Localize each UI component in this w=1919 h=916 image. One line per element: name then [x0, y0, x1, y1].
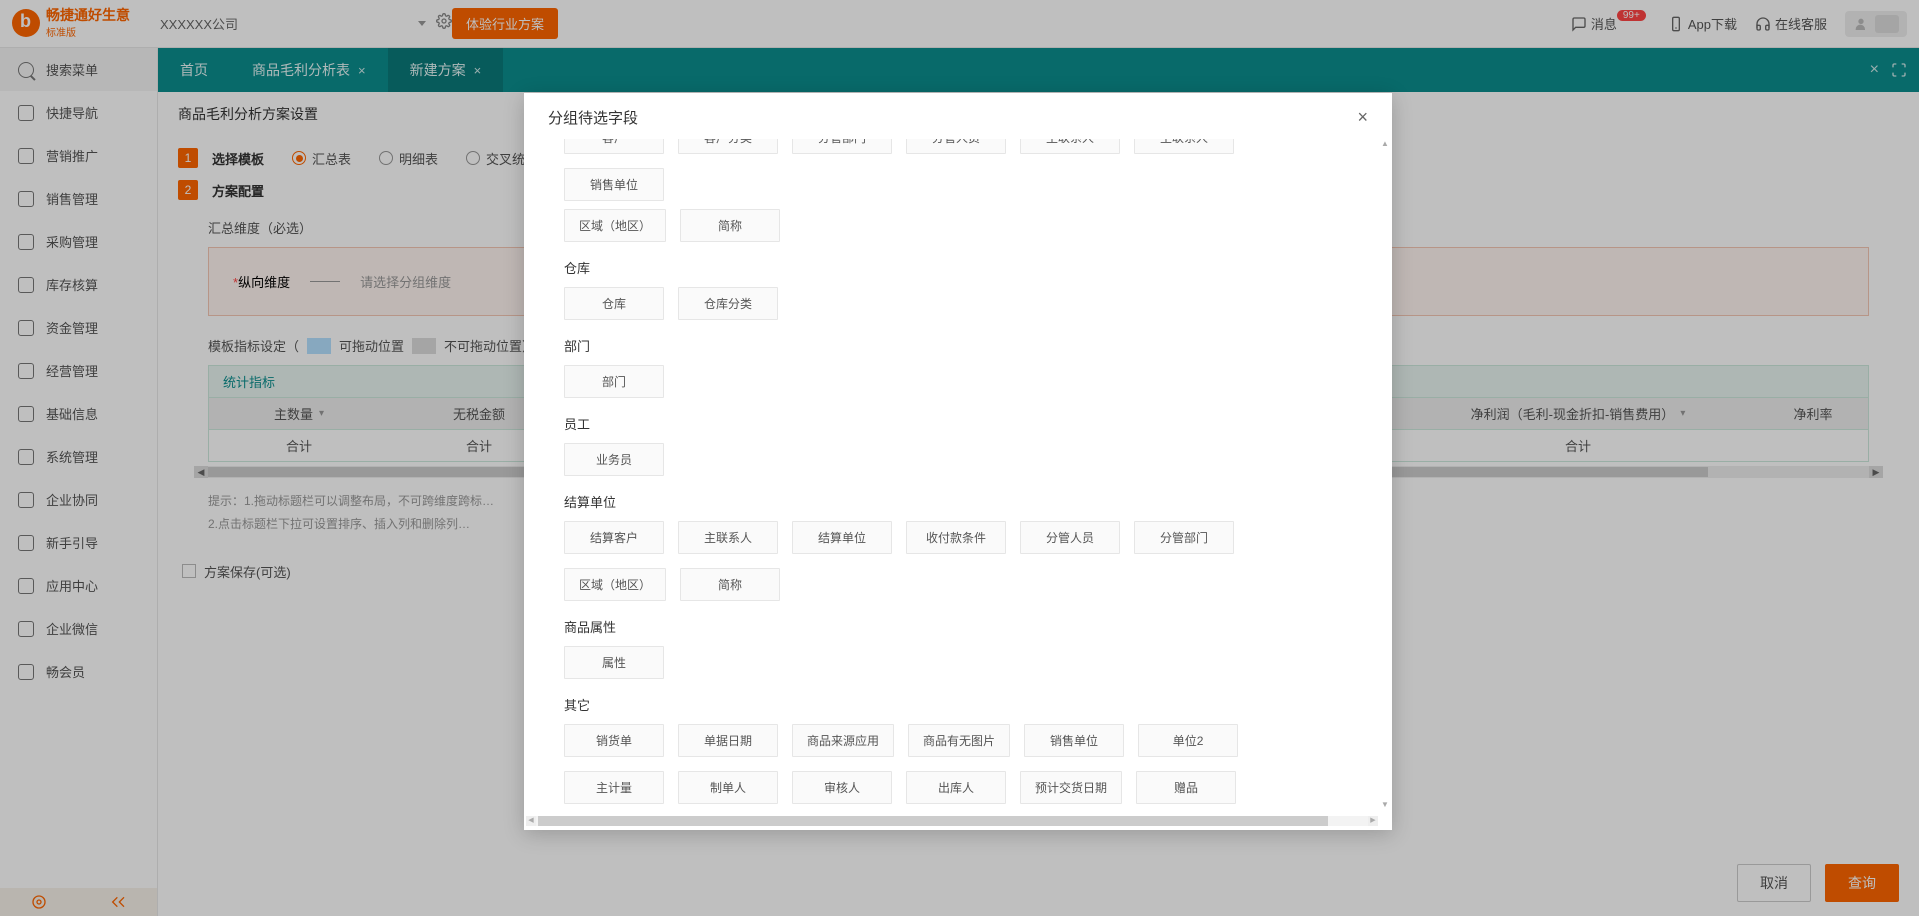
- field-group-title: 员工: [564, 414, 1338, 433]
- scroll-up-arrow[interactable]: ▲: [1380, 139, 1390, 149]
- field-tag[interactable]: 赠品: [1136, 771, 1236, 804]
- scroll-right-arrow[interactable]: ▶: [1368, 816, 1378, 826]
- field-tag[interactable]: 主联系人: [1020, 139, 1120, 154]
- field-tag[interactable]: 单据日期: [678, 724, 778, 757]
- field-tag[interactable]: 制单人: [678, 771, 778, 804]
- field-tag[interactable]: 客户: [564, 139, 664, 154]
- vertical-scrollbar[interactable]: ▲ ▼: [1380, 139, 1390, 810]
- field-group-title: 部门: [564, 336, 1338, 355]
- scroll-thumb[interactable]: [538, 816, 1328, 826]
- field-tag[interactable]: 简称: [680, 209, 780, 242]
- field-tag[interactable]: 业务员: [564, 443, 664, 476]
- modal-horizontal-scrollbar[interactable]: ◀ ▶: [526, 816, 1378, 826]
- field-tag[interactable]: 分管部门: [792, 139, 892, 154]
- field-tag[interactable]: 销售单位: [564, 168, 664, 201]
- field-tag[interactable]: 收付款条件: [906, 521, 1006, 554]
- field-tag[interactable]: 审核人: [792, 771, 892, 804]
- field-tag[interactable]: 商品有无图片: [908, 724, 1010, 757]
- field-tag[interactable]: 属性: [564, 646, 664, 679]
- field-tag[interactable]: 主计量: [564, 771, 664, 804]
- field-tag[interactable]: 预计交货日期: [1020, 771, 1122, 804]
- field-picker-modal: 分组待选字段 × 客户客户分类分管部门分管人员主联系人主联系人销售单位区域（地区…: [524, 93, 1392, 830]
- modal-title: 分组待选字段: [548, 107, 638, 128]
- field-group-title: 商品属性: [564, 617, 1338, 636]
- field-tag[interactable]: 分管部门: [1134, 521, 1234, 554]
- field-tag[interactable]: 区域（地区）: [564, 209, 666, 242]
- scroll-down-arrow[interactable]: ▼: [1380, 800, 1390, 810]
- field-tag[interactable]: 客户分类: [678, 139, 778, 154]
- field-tag[interactable]: 销货单: [564, 724, 664, 757]
- field-tag[interactable]: 商品来源应用: [792, 724, 894, 757]
- field-tag[interactable]: 主联系人: [1134, 139, 1234, 154]
- field-tag[interactable]: 区域（地区）: [564, 568, 666, 601]
- field-tag[interactable]: 简称: [680, 568, 780, 601]
- field-tag[interactable]: 主联系人: [678, 521, 778, 554]
- field-tag[interactable]: 部门: [564, 365, 664, 398]
- field-tag[interactable]: 仓库分类: [678, 287, 778, 320]
- field-group-title: 仓库: [564, 258, 1338, 277]
- field-tag[interactable]: 分管人员: [1020, 521, 1120, 554]
- field-tag[interactable]: 仓库: [564, 287, 664, 320]
- field-group-title: 结算单位: [564, 492, 1338, 511]
- field-tag[interactable]: 出库人: [906, 771, 1006, 804]
- modal-body: 客户客户分类分管部门分管人员主联系人主联系人销售单位区域（地区）简称仓库仓库仓库…: [524, 139, 1378, 816]
- field-tag[interactable]: 结算客户: [564, 521, 664, 554]
- scroll-left-arrow[interactable]: ◀: [526, 816, 536, 826]
- field-tag[interactable]: 单位2: [1138, 724, 1238, 757]
- field-tag[interactable]: 销售单位: [1024, 724, 1124, 757]
- field-tag[interactable]: 分管人员: [906, 139, 1006, 154]
- field-group-title: 其它: [564, 695, 1338, 714]
- field-tag[interactable]: 结算单位: [792, 521, 892, 554]
- close-icon[interactable]: ×: [1357, 107, 1368, 128]
